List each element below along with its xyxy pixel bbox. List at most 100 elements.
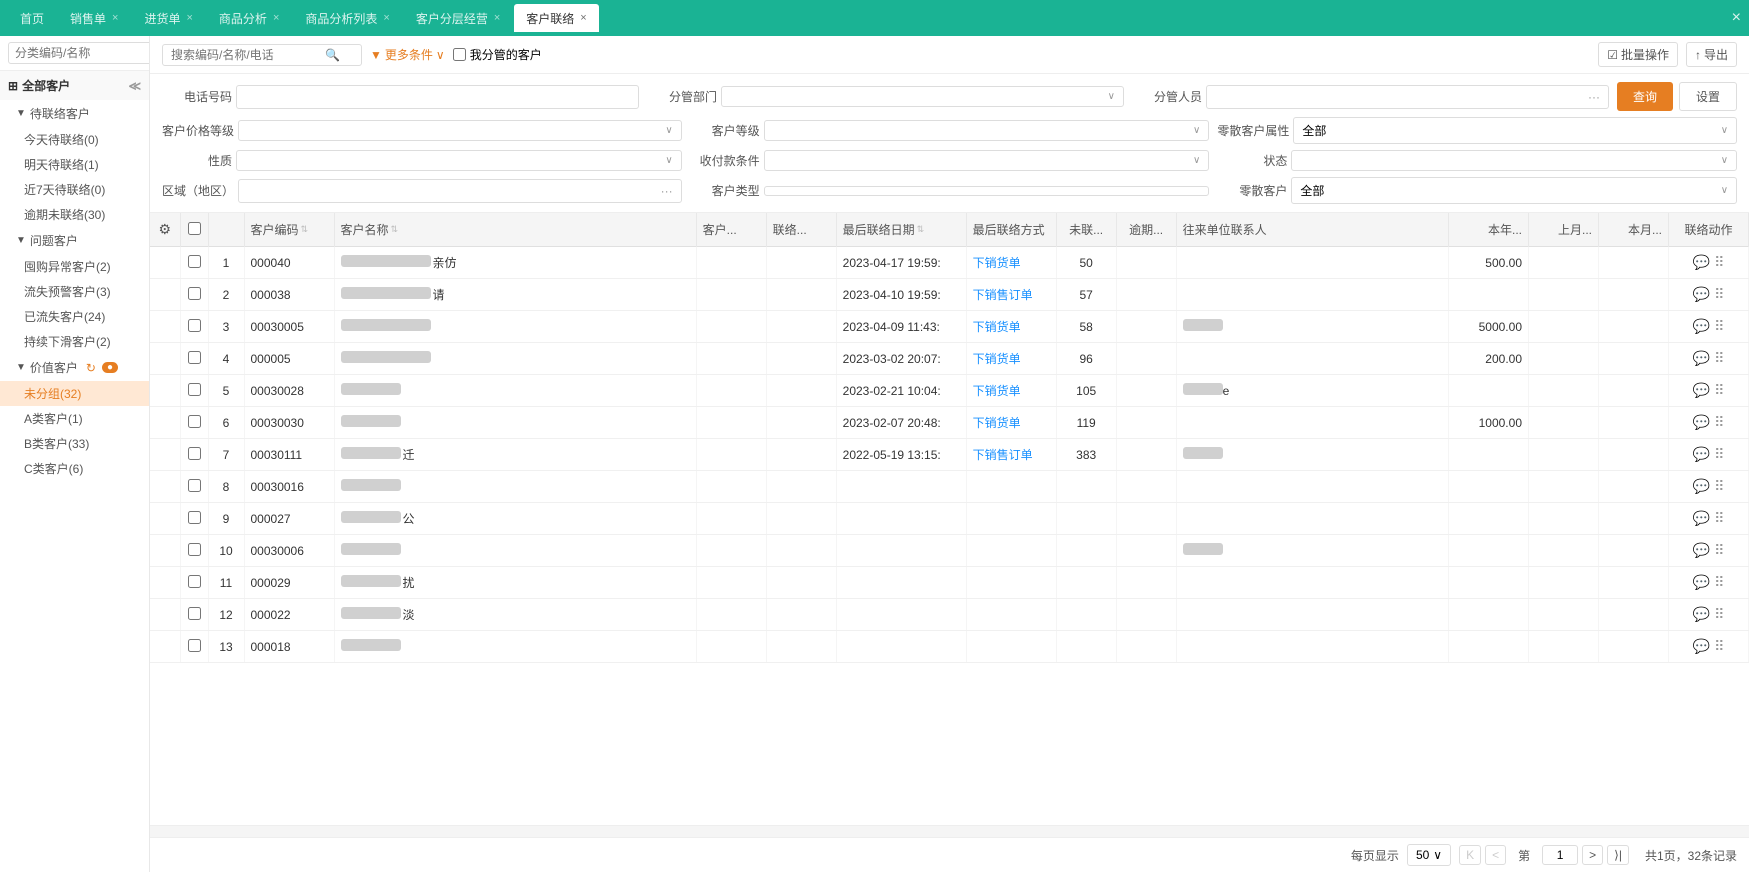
chat-icon[interactable]: 💬 xyxy=(1693,510,1710,527)
sidebar-group-pending[interactable]: ▼ 待联络客户 xyxy=(0,100,149,127)
tab-product-analysis[interactable]: 商品分析 × xyxy=(207,4,291,32)
sidebar-collapse-icon[interactable]: ≪ xyxy=(128,79,141,93)
tab-customer-tier-close[interactable]: × xyxy=(494,12,500,24)
batch-operation-btn[interactable]: ☑ 批量操作 xyxy=(1598,42,1678,67)
more-icon[interactable]: ⠿ xyxy=(1714,286,1724,303)
row-checkbox[interactable] xyxy=(188,447,201,460)
area-dots[interactable]: ··· xyxy=(661,184,673,198)
more-icon[interactable]: ⠿ xyxy=(1714,638,1724,655)
tab-customer-contact-close[interactable]: × xyxy=(580,12,586,24)
last-method-link[interactable]: 下销货单 xyxy=(973,416,1021,430)
tab-sales-close[interactable]: × xyxy=(112,12,118,24)
first-page-btn[interactable]: K xyxy=(1459,845,1481,865)
gear-icon[interactable]: ⚙ xyxy=(158,221,171,237)
last-method-link[interactable]: 下销货单 xyxy=(973,320,1021,334)
last-method-link[interactable]: 下销货单 xyxy=(973,256,1021,270)
nature-select[interactable]: ∨ xyxy=(236,150,682,171)
sidebar-item-tomorrow[interactable]: 明天待联络(1) xyxy=(0,152,149,177)
sidebar-item-class-b[interactable]: B类客户(33) xyxy=(0,431,149,456)
search-button[interactable]: 查询 xyxy=(1617,82,1673,111)
last-method-link[interactable]: 下销货单 xyxy=(973,352,1021,366)
chat-icon[interactable]: 💬 xyxy=(1693,542,1710,559)
page-input[interactable] xyxy=(1542,845,1578,865)
sidebar-item-churn-warning[interactable]: 流失预警客户(3) xyxy=(0,279,149,304)
chat-icon[interactable]: 💬 xyxy=(1693,318,1710,335)
select-all-checkbox[interactable] xyxy=(188,222,201,235)
tab-sales[interactable]: 销售单 × xyxy=(58,4,130,32)
price-level-select[interactable]: ∨ xyxy=(238,120,682,141)
more-icon[interactable]: ⠿ xyxy=(1714,318,1724,335)
chat-icon[interactable]: 💬 xyxy=(1693,254,1710,271)
sidebar-search-input[interactable] xyxy=(8,42,150,64)
manager-select[interactable]: ··· xyxy=(1206,85,1609,109)
last-page-btn[interactable]: ⟩| xyxy=(1607,845,1629,865)
th-name[interactable]: 客户名称 ⇅ xyxy=(334,213,696,247)
row-checkbox[interactable] xyxy=(188,351,201,364)
close-window-btn[interactable]: × xyxy=(1732,9,1741,27)
sidebar-item-overdue[interactable]: 逾期未联络(30) xyxy=(0,202,149,227)
payment-select[interactable]: ∨ xyxy=(764,150,1210,171)
tab-purchase-close[interactable]: × xyxy=(186,12,192,24)
sidebar-item-class-c[interactable]: C类客户(6) xyxy=(0,456,149,481)
chat-icon[interactable]: 💬 xyxy=(1693,414,1710,431)
dept-select[interactable]: ∨ xyxy=(721,86,1124,107)
row-checkbox[interactable] xyxy=(188,575,201,588)
customer-type-select[interactable] xyxy=(764,186,1210,196)
chat-icon[interactable]: 💬 xyxy=(1693,638,1710,655)
sidebar-item-declining[interactable]: 持续下滑客户(2) xyxy=(0,329,149,354)
prev-page-btn[interactable]: < xyxy=(1485,845,1506,865)
sidebar-all-customers[interactable]: ⊞ 全部客户 ≪ xyxy=(0,71,149,100)
sidebar-item-churned[interactable]: 已流失客户(24) xyxy=(0,304,149,329)
row-checkbox[interactable] xyxy=(188,511,201,524)
row-checkbox[interactable] xyxy=(188,383,201,396)
zero-retail-select[interactable]: 全部 ∨ xyxy=(1291,177,1737,204)
area-select[interactable]: ··· xyxy=(238,179,682,203)
tab-customer-tier[interactable]: 客户分层经营 × xyxy=(404,4,512,32)
next-page-btn[interactable]: > xyxy=(1582,845,1603,865)
row-checkbox[interactable] xyxy=(188,607,201,620)
h-scroll-area[interactable] xyxy=(150,825,1749,837)
status-select[interactable]: ∨ xyxy=(1291,150,1737,171)
th-last-date[interactable]: 最后联络日期 ⇅ xyxy=(836,213,966,247)
th-code[interactable]: 客户编码 ⇅ xyxy=(244,213,334,247)
chat-icon[interactable]: 💬 xyxy=(1693,446,1710,463)
sidebar-item-7days[interactable]: 近7天待联络(0) xyxy=(0,177,149,202)
tab-product-analysis-close[interactable]: × xyxy=(273,12,279,24)
chat-icon[interactable]: 💬 xyxy=(1693,574,1710,591)
row-checkbox[interactable] xyxy=(188,287,201,300)
phone-input[interactable] xyxy=(236,85,639,109)
more-icon[interactable]: ⠿ xyxy=(1714,382,1724,399)
page-size-select[interactable]: 50 ∨ xyxy=(1407,844,1451,866)
chat-icon[interactable]: 💬 xyxy=(1693,286,1710,303)
more-conditions-btn[interactable]: ▼ 更多条件 ∨ xyxy=(370,46,445,63)
more-icon[interactable]: ⠿ xyxy=(1714,510,1724,527)
chat-icon[interactable]: 💬 xyxy=(1693,350,1710,367)
search-input[interactable] xyxy=(171,48,321,62)
last-method-link[interactable]: 下销货单 xyxy=(973,384,1021,398)
row-checkbox[interactable] xyxy=(188,319,201,332)
row-checkbox[interactable] xyxy=(188,543,201,556)
more-icon[interactable]: ⠿ xyxy=(1714,414,1724,431)
more-icon[interactable]: ⠿ xyxy=(1714,606,1724,623)
tab-product-list-close[interactable]: × xyxy=(383,12,389,24)
row-checkbox[interactable] xyxy=(188,639,201,652)
manager-dots[interactable]: ··· xyxy=(1588,90,1600,104)
tab-product-list[interactable]: 商品分析列表 × xyxy=(293,4,401,32)
row-checkbox[interactable] xyxy=(188,415,201,428)
my-customers-checkbox-label[interactable]: 我分管的客户 xyxy=(453,46,542,63)
refresh-icon[interactable]: ↻ xyxy=(86,361,96,375)
more-icon[interactable]: ⠿ xyxy=(1714,574,1724,591)
chat-icon[interactable]: 💬 xyxy=(1693,606,1710,623)
more-icon[interactable]: ⠿ xyxy=(1714,350,1724,367)
more-icon[interactable]: ⠿ xyxy=(1714,478,1724,495)
my-customers-checkbox[interactable] xyxy=(453,48,466,61)
more-icon[interactable]: ⠿ xyxy=(1714,446,1724,463)
more-icon[interactable]: ⠿ xyxy=(1714,542,1724,559)
last-method-link[interactable]: 下销售订单 xyxy=(973,448,1033,462)
row-checkbox[interactable] xyxy=(188,255,201,268)
sidebar-group-value[interactable]: ▼ 价值客户 ↻ ● xyxy=(0,354,149,381)
zero-retail-attr-select[interactable]: 全部 ∨ xyxy=(1293,117,1737,144)
sidebar-group-problem[interactable]: ▼ 问题客户 xyxy=(0,227,149,254)
tab-purchase[interactable]: 进货单 × xyxy=(132,4,204,32)
sidebar-item-abnormal[interactable]: 囤购异常客户(2) xyxy=(0,254,149,279)
